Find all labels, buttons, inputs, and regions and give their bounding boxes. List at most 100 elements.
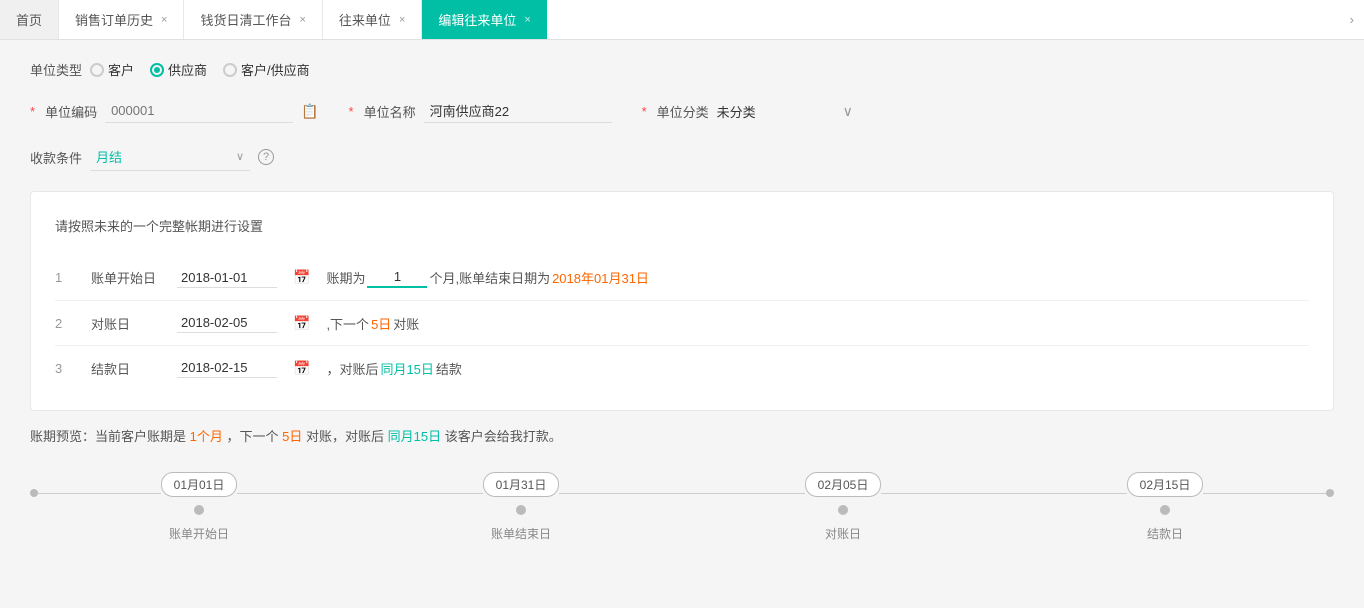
node1-label: 账单开始日 [169, 525, 229, 542]
cat-required-star: * [642, 104, 647, 119]
tl-line-2b [559, 493, 682, 494]
row-label-1: 账单开始日 [91, 268, 161, 287]
payment-day-highlight: 同月15日 [380, 359, 433, 378]
timeline-right-cap [1326, 489, 1334, 497]
name-label: 单位名称 [364, 102, 416, 121]
period-row-2: 2 对账日 📅 ,下一个 5日 对账 [55, 301, 1309, 346]
name-input[interactable] [424, 99, 612, 123]
reconcile-calendar-icon[interactable]: 📅 [293, 315, 310, 332]
cat-value: 未分类 [717, 102, 837, 121]
tab-home-label: 首页 [16, 10, 42, 29]
code-input[interactable] [105, 99, 293, 123]
payment-value: 月结 [96, 147, 232, 166]
node2-dot [516, 505, 526, 515]
preview-text: 账期预览：当前客户账期是 1个月 ，下一个 5日 对账，对账后 同月15日 该客… [30, 427, 1334, 448]
radio-customer-label: 客户 [108, 60, 134, 79]
cat-label: 单位分类 [657, 102, 709, 121]
copy-icon[interactable]: 📋 [301, 103, 318, 120]
help-icon[interactable]: ? [258, 149, 274, 165]
reconcile-day-highlight: 5日 [371, 314, 391, 333]
start-date-calendar-icon[interactable]: 📅 [293, 269, 310, 286]
name-required-star: * [349, 104, 354, 119]
box-title: 请按照未来的一个完整帐期进行设置 [55, 216, 1309, 235]
tab-home[interactable]: 首页 [0, 0, 59, 39]
node3-badge: 02月05日 [805, 472, 882, 497]
payment-label: 收款条件 [30, 148, 82, 167]
timeline-left-cap [30, 489, 38, 497]
unit-type-field: 单位类型 客户 供应商 客户/供应商 [30, 60, 310, 79]
payment-date-input[interactable] [177, 358, 277, 378]
category-field: * 单位分类 未分类 ∨ [642, 102, 853, 121]
radio-both-circle [223, 63, 237, 77]
tab-cash-close-icon[interactable]: × [299, 14, 305, 26]
row-1-desc: 账期为 个月,账单结束日期为 2018年01月31日 [326, 267, 648, 288]
radio-both-label: 客户/供应商 [241, 60, 310, 79]
tl-line-3b [881, 493, 1004, 494]
tl-line-4a [1004, 493, 1127, 494]
start-date-input[interactable] [177, 268, 277, 288]
tab-edit-close-icon[interactable]: × [524, 14, 530, 26]
preview-middle: ，下一个 [227, 429, 279, 444]
preview-period: 1个月 [190, 429, 223, 444]
preview-payment: 同月15日 [388, 429, 441, 444]
tl-line-1a [38, 493, 161, 494]
period-months-input[interactable] [367, 267, 427, 288]
preview-suffix-text: 该客户会给我打款。 [445, 429, 562, 444]
tabs-bar: 首页 销售订单历史 × 钱货日清工作台 × 往来单位 × 编辑往来单位 × › [0, 0, 1364, 40]
code-label: 单位编码 [45, 102, 97, 121]
tab-edit-label: 编辑往来单位 [438, 10, 516, 29]
tab-edit-partner[interactable]: 编辑往来单位 × [422, 0, 546, 39]
tab-sales-order-history[interactable]: 销售订单历史 × [59, 0, 184, 39]
node1-badge: 01月01日 [161, 472, 238, 497]
node1-label-wrapper: 账单开始日 [38, 519, 360, 542]
tl-line-1b [237, 493, 360, 494]
node2-badge: 01月31日 [483, 472, 560, 497]
payment-calendar-icon[interactable]: 📅 [293, 360, 310, 377]
reconcile-date-input[interactable] [177, 313, 277, 333]
period-label: 账期为 [326, 268, 365, 287]
preview-reconcile: 5日 [282, 429, 302, 444]
tl-line-3a [682, 493, 805, 494]
node2-label: 账单结束日 [491, 525, 551, 542]
payment-dropdown[interactable]: 月结 ∨ [90, 143, 250, 171]
radio-customer[interactable]: 客户 [90, 60, 134, 79]
payment-suffix: 结款 [436, 359, 462, 378]
period-suffix: 个月,账单结束日期为 [429, 268, 550, 287]
node1-dot [194, 505, 204, 515]
cat-dropdown-icon[interactable]: ∨ [843, 103, 853, 120]
tabs-more-arrow[interactable]: › [1340, 0, 1364, 39]
row-num-1: 1 [55, 270, 75, 285]
tab-sales-label: 销售订单历史 [75, 10, 153, 29]
radio-supplier-circle [150, 63, 164, 77]
preview-prefix: 账期预览：当前客户账期是 [30, 429, 186, 444]
tab-partner-unit[interactable]: 往来单位 × [323, 0, 422, 39]
timeline-node-4: 02月15日 [1004, 472, 1326, 515]
name-field: * 单位名称 [349, 99, 612, 123]
node4-label: 结款日 [1147, 525, 1183, 542]
row-2-desc: ,下一个 5日 对账 [326, 314, 419, 333]
preview-middle2: 对账，对账后 [306, 429, 384, 444]
payment-prefix: ，对账后 [326, 359, 378, 378]
node4-dot [1160, 505, 1170, 515]
tl-line-2a [360, 493, 483, 494]
page-content: 单位类型 客户 供应商 客户/供应商 * 单位编码 [0, 40, 1364, 608]
tab-sales-close-icon[interactable]: × [161, 14, 167, 26]
code-name-row: * 单位编码 📋 * 单位名称 * 单位分类 未分类 ∨ [30, 99, 1334, 123]
period-row-1: 1 账单开始日 📅 账期为 个月,账单结束日期为 2018年01月31日 [55, 255, 1309, 301]
reconcile-prefix: ,下一个 [326, 314, 369, 333]
row-label-3: 结款日 [91, 359, 161, 378]
timeline-node-1: 01月01日 [38, 472, 360, 515]
node3-dot [838, 505, 848, 515]
tab-cash-work[interactable]: 钱货日清工作台 × [184, 0, 322, 39]
row-num-3: 3 [55, 361, 75, 376]
radio-supplier-label: 供应商 [168, 60, 207, 79]
timeline-node-2: 01月31日 [360, 472, 682, 515]
tab-partner-close-icon[interactable]: × [399, 14, 405, 26]
period-row-3: 3 结款日 📅 ，对账后 同月15日 结款 [55, 346, 1309, 390]
radio-supplier[interactable]: 供应商 [150, 60, 207, 79]
row-num-2: 2 [55, 316, 75, 331]
radio-both[interactable]: 客户/供应商 [223, 60, 310, 79]
payment-row: 收款条件 月结 ∨ ? [30, 143, 1334, 171]
payment-field: 收款条件 月结 ∨ ? [30, 143, 274, 171]
node3-label-wrapper: 对账日 [682, 519, 1004, 542]
